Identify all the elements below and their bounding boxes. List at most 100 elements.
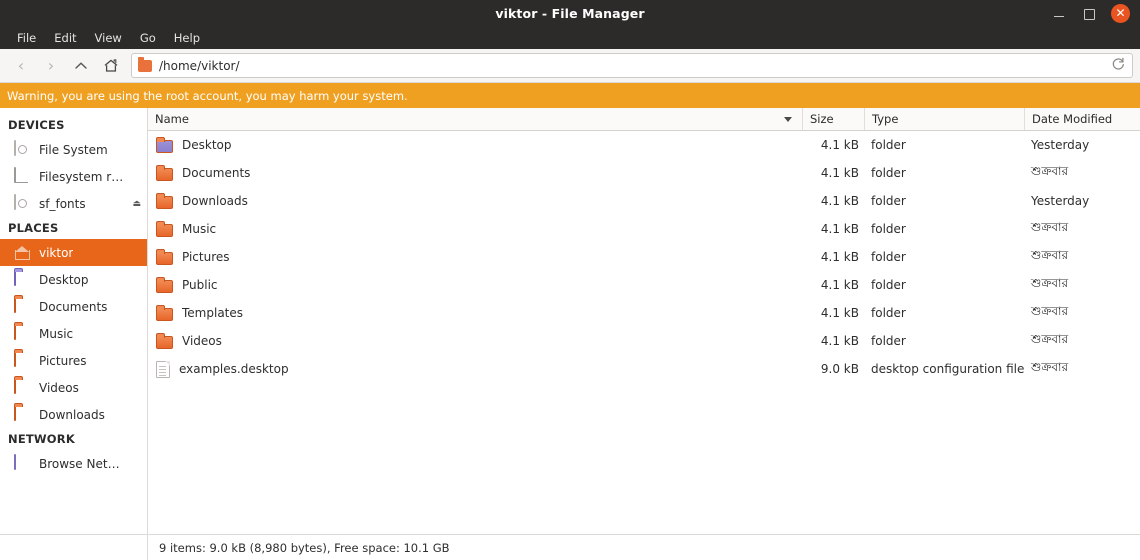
sidebar-item-label: File System <box>39 142 108 157</box>
table-row[interactable]: Pictures 4.1 kB folder শুক্রবার <box>148 243 1140 271</box>
folder-icon <box>156 193 173 209</box>
folder-icon <box>156 305 173 321</box>
drive-icon <box>14 167 31 185</box>
file-date: শুক্রবার <box>1031 164 1069 178</box>
table-row[interactable]: Documents 4.1 kB folder শুক্রবার <box>148 159 1140 187</box>
folder-icon <box>156 221 173 237</box>
file-name: Pictures <box>182 250 230 264</box>
menu-item-edit[interactable]: Edit <box>45 29 85 47</box>
column-header-size[interactable]: Size <box>803 108 865 130</box>
network-icon <box>14 454 31 472</box>
status-bar-spacer <box>0 535 148 560</box>
sidebar-item-label: Desktop <box>39 272 89 287</box>
folder-icon <box>138 57 152 72</box>
disc-icon <box>14 140 31 158</box>
back-button[interactable]: ‹ <box>7 53 35 79</box>
file-name: Music <box>182 222 217 236</box>
column-header-date-modified[interactable]: Date Modified <box>1025 108 1140 130</box>
file-name-cell: Music <box>148 221 803 237</box>
home-icon <box>14 245 31 260</box>
up-button[interactable] <box>67 53 95 79</box>
maximize-icon[interactable] <box>1081 6 1097 22</box>
sidebar-item-filesystem-root[interactable]: Filesystem r… <box>0 163 147 190</box>
column-header-name[interactable]: Name <box>148 108 803 130</box>
table-row[interactable]: examples.desktop 9.0 kB desktop configur… <box>148 355 1140 383</box>
file-name: Videos <box>182 334 222 348</box>
file-type: folder <box>871 250 906 264</box>
folder-icon <box>14 405 31 423</box>
reload-button[interactable] <box>1111 56 1126 75</box>
column-header-label: Size <box>810 112 834 126</box>
menu-bar: File Edit View Go Help <box>0 27 1140 49</box>
table-row[interactable]: Desktop 4.1 kB folder Yesterday <box>148 131 1140 159</box>
sidebar-item-videos[interactable]: Videos <box>0 374 147 401</box>
chevron-right-icon: › <box>47 56 55 75</box>
sidebar-item-sf-fonts[interactable]: sf_fonts ⏏ <box>0 190 147 217</box>
file-name: Documents <box>182 166 251 180</box>
file-size: 4.1 kB <box>820 166 859 180</box>
eject-icon[interactable]: ⏏ <box>132 199 141 209</box>
table-row[interactable]: Music 4.1 kB folder শুক্রবার <box>148 215 1140 243</box>
home-button[interactable] <box>97 53 125 79</box>
file-icon <box>156 360 170 378</box>
minimize-icon[interactable] <box>1051 6 1067 22</box>
file-size: 4.1 kB <box>820 334 859 348</box>
sidebar-item-viktor[interactable]: viktor <box>0 239 147 266</box>
file-date: শুক্রবার <box>1031 360 1069 374</box>
file-name-cell: Videos <box>148 333 803 349</box>
sidebar-item-music[interactable]: Music <box>0 320 147 347</box>
file-date: Yesterday <box>1031 194 1090 208</box>
folder-icon <box>156 249 173 265</box>
toolbar: ‹ › /home/viktor/ <box>0 49 1140 83</box>
sidebar-section-devices-header: DEVICES <box>8 118 65 132</box>
warning-text: Warning, you are using the root account,… <box>7 88 408 103</box>
file-name: Templates <box>182 306 244 320</box>
file-type: folder <box>871 334 906 348</box>
menu-item-file[interactable]: File <box>8 29 45 47</box>
path-bar[interactable]: /home/viktor/ <box>131 53 1133 78</box>
file-name-cell: Downloads <box>148 193 803 209</box>
menu-item-view[interactable]: View <box>86 29 131 47</box>
file-date: শুক্রবার <box>1031 276 1069 290</box>
file-date: শুক্রবার <box>1031 220 1069 234</box>
folder-icon <box>14 324 31 342</box>
column-header-type[interactable]: Type <box>865 108 1025 130</box>
file-name-cell: Public <box>148 277 803 293</box>
forward-button[interactable]: › <box>37 53 65 79</box>
close-icon[interactable]: ✕ <box>1111 4 1130 23</box>
file-date: Yesterday <box>1031 138 1090 152</box>
file-size: 4.1 kB <box>820 194 859 208</box>
sidebar-item-browse-network[interactable]: Browse Net… <box>0 450 147 477</box>
window-controls: ✕ <box>1051 4 1140 23</box>
file-manager-window: viktor - File Manager ✕ File Edit View G… <box>0 0 1140 560</box>
file-rows: Desktop 4.1 kB folder Yesterday Document… <box>148 131 1140 534</box>
sort-descending-icon <box>784 116 792 122</box>
sidebar-item-label: Documents <box>39 299 108 314</box>
sidebar-item-downloads[interactable]: Downloads <box>0 401 147 428</box>
file-size: 4.1 kB <box>820 222 859 236</box>
sidebar-item-label: sf_fonts <box>39 196 86 211</box>
table-row[interactable]: Downloads 4.1 kB folder Yesterday <box>148 187 1140 215</box>
sidebar-item-label: Pictures <box>39 353 87 368</box>
table-row[interactable]: Templates 4.1 kB folder শুক্রবার <box>148 299 1140 327</box>
file-date: শুক্রবার <box>1031 248 1069 262</box>
sidebar-item-label: Filesystem r… <box>39 169 124 184</box>
column-header-label: Name <box>155 112 189 126</box>
sidebar-item-file-system[interactable]: File System <box>0 136 147 163</box>
file-name: Desktop <box>182 138 232 152</box>
home-icon <box>104 58 118 72</box>
menu-item-go[interactable]: Go <box>131 29 165 47</box>
file-name: Public <box>182 278 218 292</box>
table-row[interactable]: Videos 4.1 kB folder শুক্রবার <box>148 327 1140 355</box>
file-list-pane: Name Size Type Date Modified Desktop 4.1… <box>148 108 1140 534</box>
table-row[interactable]: Public 4.1 kB folder শুক্রবার <box>148 271 1140 299</box>
menu-item-help[interactable]: Help <box>165 29 209 47</box>
column-header-label: Type <box>872 112 899 126</box>
file-size: 9.0 kB <box>820 362 859 376</box>
file-size: 4.1 kB <box>820 138 859 152</box>
sidebar-item-desktop[interactable]: Desktop <box>0 266 147 293</box>
sidebar-item-documents[interactable]: Documents <box>0 293 147 320</box>
sidebar-item-pictures[interactable]: Pictures <box>0 347 147 374</box>
sidebar-item-label: viktor <box>39 245 74 260</box>
file-name-cell: Desktop <box>148 137 803 153</box>
